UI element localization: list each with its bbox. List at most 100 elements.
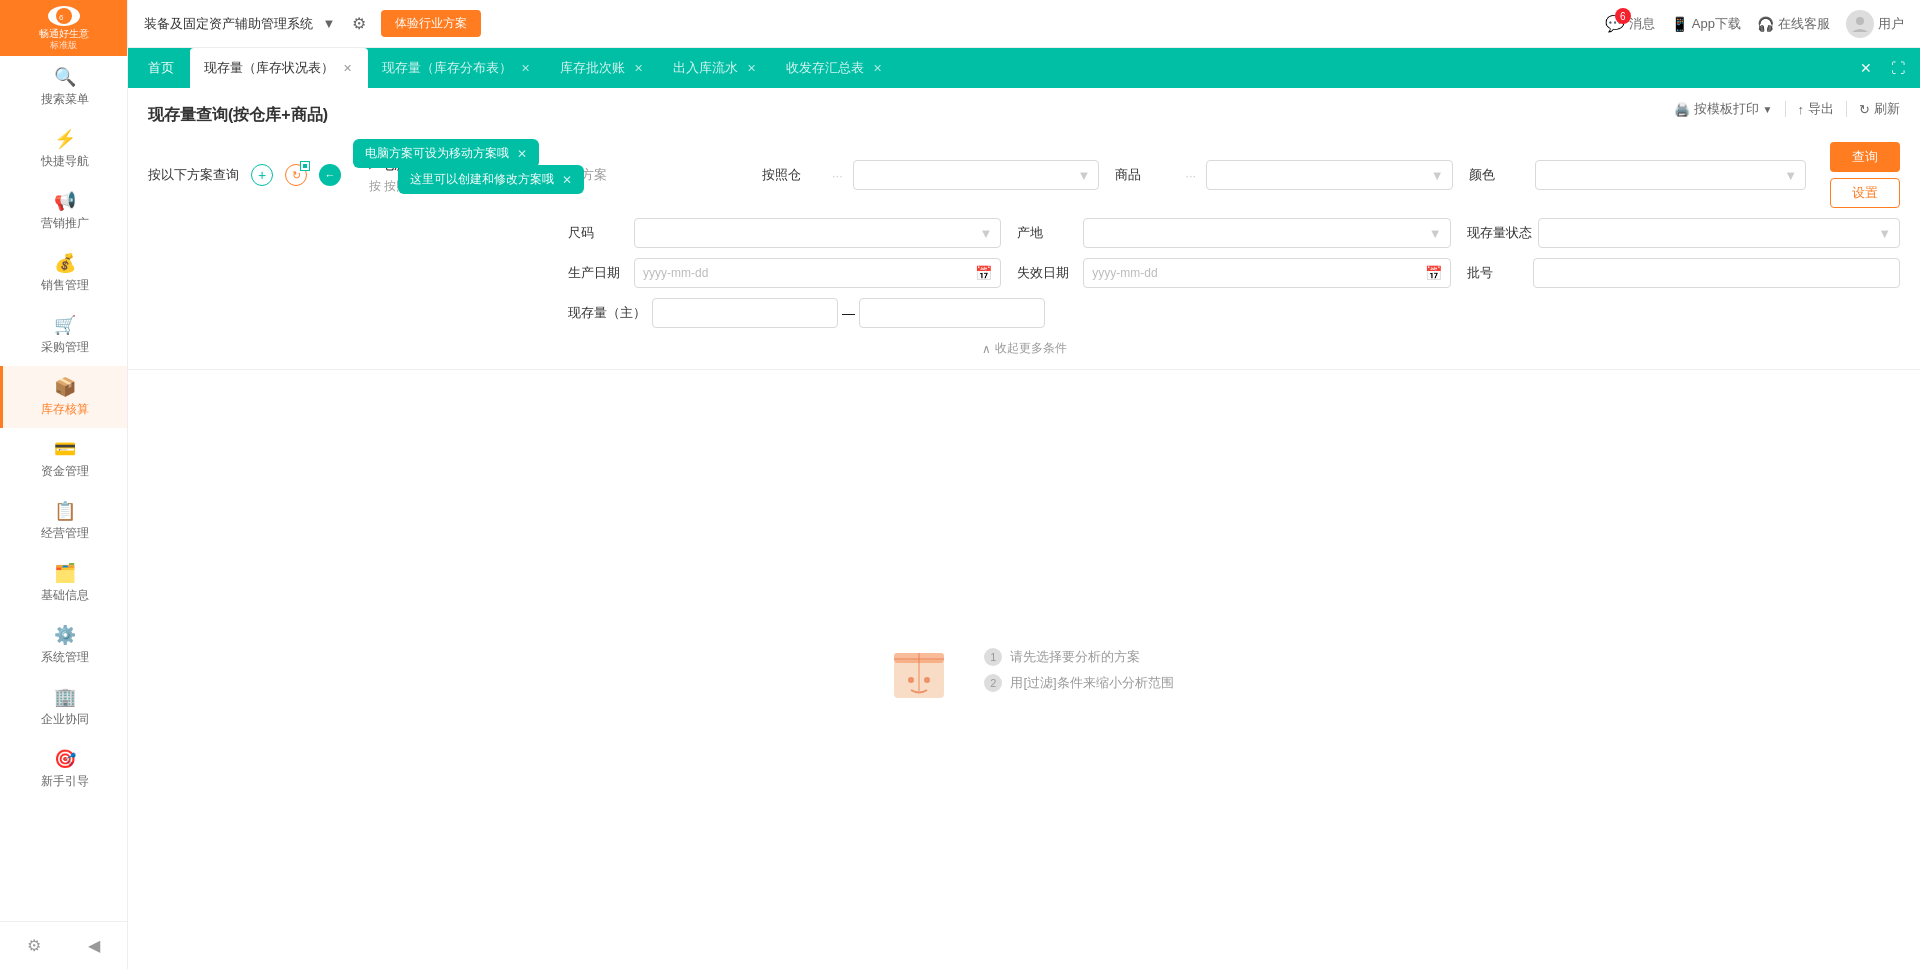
sidebar-item-quick-nav[interactable]: ⚡ 快捷导航 <box>0 118 127 180</box>
filter-field-origin: 产地 ▼ <box>1017 218 1450 248</box>
filter-field-stock-status: 现存量状态 ▼ <box>1467 218 1900 248</box>
sidebar-item-search[interactable]: 🔍 搜索菜单 <box>0 56 127 118</box>
tab-stock-dist-label: 现存量（库存分布表） <box>382 59 512 77</box>
expire-date-calendar-icon[interactable]: 📅 <box>1425 265 1442 281</box>
sidebar-item-system[interactable]: ⚙️ 系统管理 <box>0 614 127 676</box>
size-select-caret: ▼ <box>979 226 992 241</box>
search-btn-group: 查询 设置 <box>1830 142 1900 208</box>
tab-in-out-flow[interactable]: 出入库流水 ✕ <box>659 48 772 88</box>
notification-item[interactable]: 💬 6 消息 <box>1605 14 1655 33</box>
size-select[interactable]: ▼ <box>634 218 1001 248</box>
sidebar-item-basic-info[interactable]: 🗂️ 基础信息 <box>0 552 127 614</box>
warehouse-dots[interactable]: ··· <box>828 168 847 183</box>
sidebar-bottom: ⚙ ◀ <box>0 921 127 969</box>
tab-in-out-flow-close[interactable]: ✕ <box>744 61 758 75</box>
origin-select[interactable]: ▼ <box>1083 218 1450 248</box>
app-logo: 6 畅通好生意 标准版 <box>0 0 127 56</box>
filter-arrow-btn[interactable]: ← <box>319 164 341 186</box>
sidebar-collapse-btn[interactable]: ◀ <box>84 932 104 959</box>
sales-icon: 💰 <box>54 252 76 274</box>
system-icon: ⚙️ <box>54 624 76 646</box>
user-item[interactable]: 用户 <box>1846 10 1904 38</box>
scheme-tooltip-close[interactable]: ✕ <box>517 147 527 161</box>
tab-maximize-btn[interactable]: ⛶ <box>1884 54 1912 82</box>
stock-main-label: 现存量（主） <box>568 304 646 322</box>
goods-select[interactable]: ▼ <box>1206 160 1452 190</box>
tab-bar: 首页 现存量（库存状况表） ✕ 现存量（库存分布表） ✕ 库存批次账 ✕ 出入库… <box>128 48 1920 88</box>
refresh-btn[interactable]: ↻ 刷新 <box>1859 100 1900 118</box>
sidebar-item-marketing[interactable]: 📢 营销推广 <box>0 180 127 242</box>
prod-date-input[interactable]: yyyy-mm-dd 📅 <box>634 258 1001 288</box>
filter-field-warehouse: 按照仓 ··· ▼ <box>762 160 1099 190</box>
goods-select-caret: ▼ <box>1431 168 1444 183</box>
sidebar-item-operations[interactable]: 📋 经营管理 <box>0 490 127 552</box>
tab-batch-account[interactable]: 库存批次账 ✕ <box>546 48 659 88</box>
tab-stock-status[interactable]: 现存量（库存状况表） ✕ <box>190 48 368 88</box>
filter-refresh-btn[interactable]: ↻ <box>285 164 307 186</box>
sidebar-item-enterprise[interactable]: 🏢 企业协同 <box>0 676 127 738</box>
sidebar-item-finance[interactable]: 💳 资金管理 <box>0 428 127 490</box>
tab-recv-summary-close[interactable]: ✕ <box>870 61 884 75</box>
filter-add-btn[interactable]: + <box>251 164 273 186</box>
origin-select-caret: ▼ <box>1429 226 1442 241</box>
app-download-item[interactable]: 📱 App下载 <box>1671 15 1741 33</box>
tab-close-all-btn[interactable]: ✕ <box>1852 54 1880 82</box>
industry-plan-btn[interactable]: 体验行业方案 <box>381 10 481 37</box>
sidebar-item-inventory[interactable]: 📦 库存核算 <box>0 366 127 428</box>
basic-info-icon: 🗂️ <box>54 562 76 584</box>
stock-status-select[interactable]: ▼ <box>1538 218 1900 248</box>
prod-date-placeholder: yyyy-mm-dd <box>643 266 708 280</box>
search-icon: 🔍 <box>54 66 76 88</box>
tab-home-label: 首页 <box>148 59 174 77</box>
filter-field-color: 颜色 ▼ <box>1469 160 1806 190</box>
stock-main-range: — <box>652 298 1045 328</box>
online-support-item[interactable]: 🎧 在线客服 <box>1757 15 1830 33</box>
stock-main-min[interactable] <box>652 298 838 328</box>
sidebar-item-purchase[interactable]: 🛒 采购管理 <box>0 304 127 366</box>
empty-state: 1 请先选择要分析的方案 2 用[过滤]条件来缩小分析范围 <box>128 370 1920 969</box>
header-settings-btn[interactable]: ⚙ <box>345 10 373 38</box>
search-btn[interactable]: 查询 <box>1830 142 1900 172</box>
color-select[interactable]: ▼ <box>1535 160 1806 190</box>
operations-icon: 📋 <box>54 500 76 522</box>
tab-stock-dist[interactable]: 现存量（库存分布表） ✕ <box>368 48 546 88</box>
page-title: 现存量查询(按仓库+商品) <box>148 105 328 126</box>
export-btn[interactable]: ↑ 导出 <box>1798 100 1835 118</box>
warehouse-select[interactable]: ▼ <box>853 160 1099 190</box>
tab-stock-dist-close[interactable]: ✕ <box>518 61 532 75</box>
hint-text-2: 用[过滤]条件来缩小分析范围 <box>1010 674 1173 692</box>
notification-label: 消息 <box>1629 15 1655 33</box>
print-icon: 🖨️ <box>1674 102 1690 117</box>
tab-home[interactable]: 首页 <box>132 48 190 88</box>
prod-date-calendar-icon[interactable]: 📅 <box>975 265 992 281</box>
tab-stock-status-close[interactable]: ✕ <box>340 61 354 75</box>
scheme-tooltip: 电脑方案可设为移动方案哦 ✕ <box>353 139 539 168</box>
batch-input[interactable] <box>1533 258 1900 288</box>
notification-badge: 💬 6 <box>1605 14 1625 33</box>
system-dropdown-btn[interactable]: ▼ <box>321 16 337 32</box>
edit-tooltip-close[interactable]: ✕ <box>562 173 572 187</box>
sidebar-item-sales[interactable]: 💰 销售管理 <box>0 242 127 304</box>
sidebar-item-guide[interactable]: 🎯 新手引导 <box>0 738 127 800</box>
tab-batch-account-close[interactable]: ✕ <box>631 61 645 75</box>
phone-icon: 📱 <box>1671 16 1688 32</box>
filter-panel: 按以下方案查询 + ↻ ← 电脑方案可设为移动方案哦 ✕ <box>128 130 1920 370</box>
collapse-btn[interactable]: ∧ 收起更多条件 <box>982 340 1067 357</box>
print-btn[interactable]: 🖨️ 按模板打印 ▼ <box>1674 100 1773 118</box>
tab-batch-account-label: 库存批次账 <box>560 59 625 77</box>
main-content: 装备及固定资产辅助管理系统 ▼ ⚙ 体验行业方案 💬 6 消息 📱 App下载 … <box>128 0 1920 969</box>
notification-count: 6 <box>1615 8 1631 24</box>
purchase-icon: 🛒 <box>54 314 76 336</box>
sidebar-settings-btn[interactable]: ⚙ <box>23 932 45 959</box>
stock-main-max[interactable] <box>859 298 1045 328</box>
finance-icon: 💳 <box>54 438 76 460</box>
divider-2 <box>1846 101 1847 117</box>
tab-recv-summary[interactable]: 收发存汇总表 ✕ <box>772 48 898 88</box>
hint-num-1: 1 <box>984 648 1002 666</box>
reset-btn[interactable]: 设置 <box>1830 178 1900 208</box>
expire-date-input[interactable]: yyyy-mm-dd 📅 <box>1083 258 1450 288</box>
empty-text: 1 请先选择要分析的方案 2 用[过滤]条件来缩小分析范围 <box>984 648 1173 692</box>
filter-field-size: 尺码 ▼ <box>568 218 1001 248</box>
goods-dots[interactable]: ··· <box>1181 168 1200 183</box>
stock-status-caret: ▼ <box>1878 226 1891 241</box>
